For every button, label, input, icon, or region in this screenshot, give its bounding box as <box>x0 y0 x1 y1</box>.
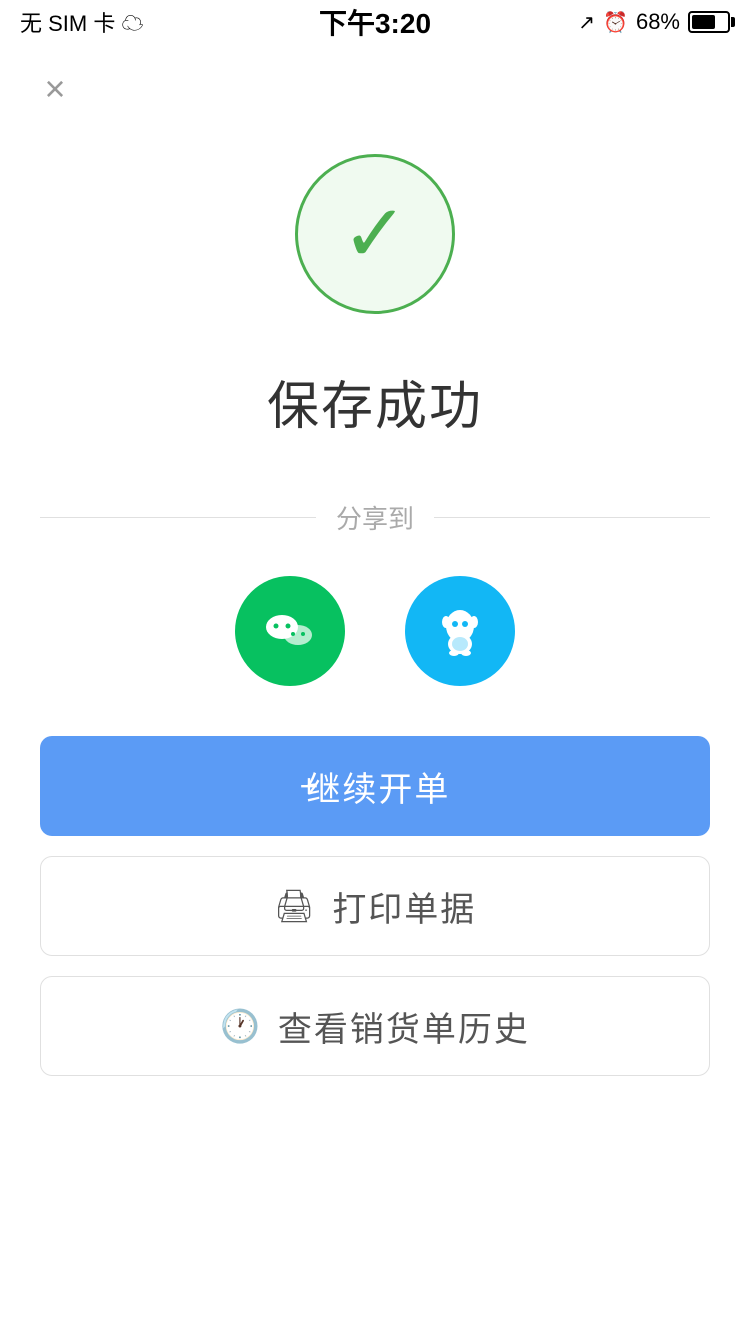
qq-icon <box>431 602 489 660</box>
printer-icon: 🖨 <box>274 887 317 925</box>
checkmark-icon: ✓ <box>341 194 408 274</box>
success-circle: ✓ <box>295 154 455 314</box>
success-title: 保存成功 <box>267 364 483 439</box>
qq-share-button[interactable] <box>405 576 515 686</box>
continue-order-label: 继续开单 <box>306 762 450 811</box>
battery-icon <box>688 11 730 33</box>
wechat-icon <box>260 601 320 661</box>
share-icons <box>40 576 710 686</box>
location-icon: ↗ <box>578 10 595 35</box>
battery-fill <box>692 15 715 29</box>
main-content: × ✓ 保存成功 分享到 <box>0 44 750 1334</box>
wechat-share-button[interactable] <box>235 576 345 686</box>
status-time: 下午3:20 <box>319 2 431 42</box>
continue-order-button[interactable]: + 继续开单 <box>40 736 710 836</box>
status-right: ↗ ⏰ 68% <box>578 9 730 35</box>
status-bar: 无 SIM 卡 ☁ 下午3:20 ↗ ⏰ 68% <box>0 0 750 44</box>
share-divider: 分享到 <box>40 499 710 536</box>
clock-icon: 🕐 <box>220 1007 262 1045</box>
close-button[interactable]: × <box>30 64 80 114</box>
no-sim-label: 无 SIM 卡 ☁ <box>20 6 143 38</box>
history-label: 查看销货单历史 <box>278 1002 530 1051</box>
share-label: 分享到 <box>336 499 414 536</box>
action-buttons: + 继续开单 🖨 打印单据 🕐 查看销货单历史 <box>40 736 710 1076</box>
print-label: 打印单据 <box>332 882 476 931</box>
print-button[interactable]: 🖨 打印单据 <box>40 856 710 956</box>
battery-percentage: 68% <box>636 9 680 35</box>
alarm-icon: ⏰ <box>603 10 628 35</box>
history-button[interactable]: 🕐 查看销货单历史 <box>40 976 710 1076</box>
status-left: 无 SIM 卡 ☁ <box>20 6 143 38</box>
close-icon: × <box>44 71 65 107</box>
share-section: 分享到 <box>40 499 710 686</box>
